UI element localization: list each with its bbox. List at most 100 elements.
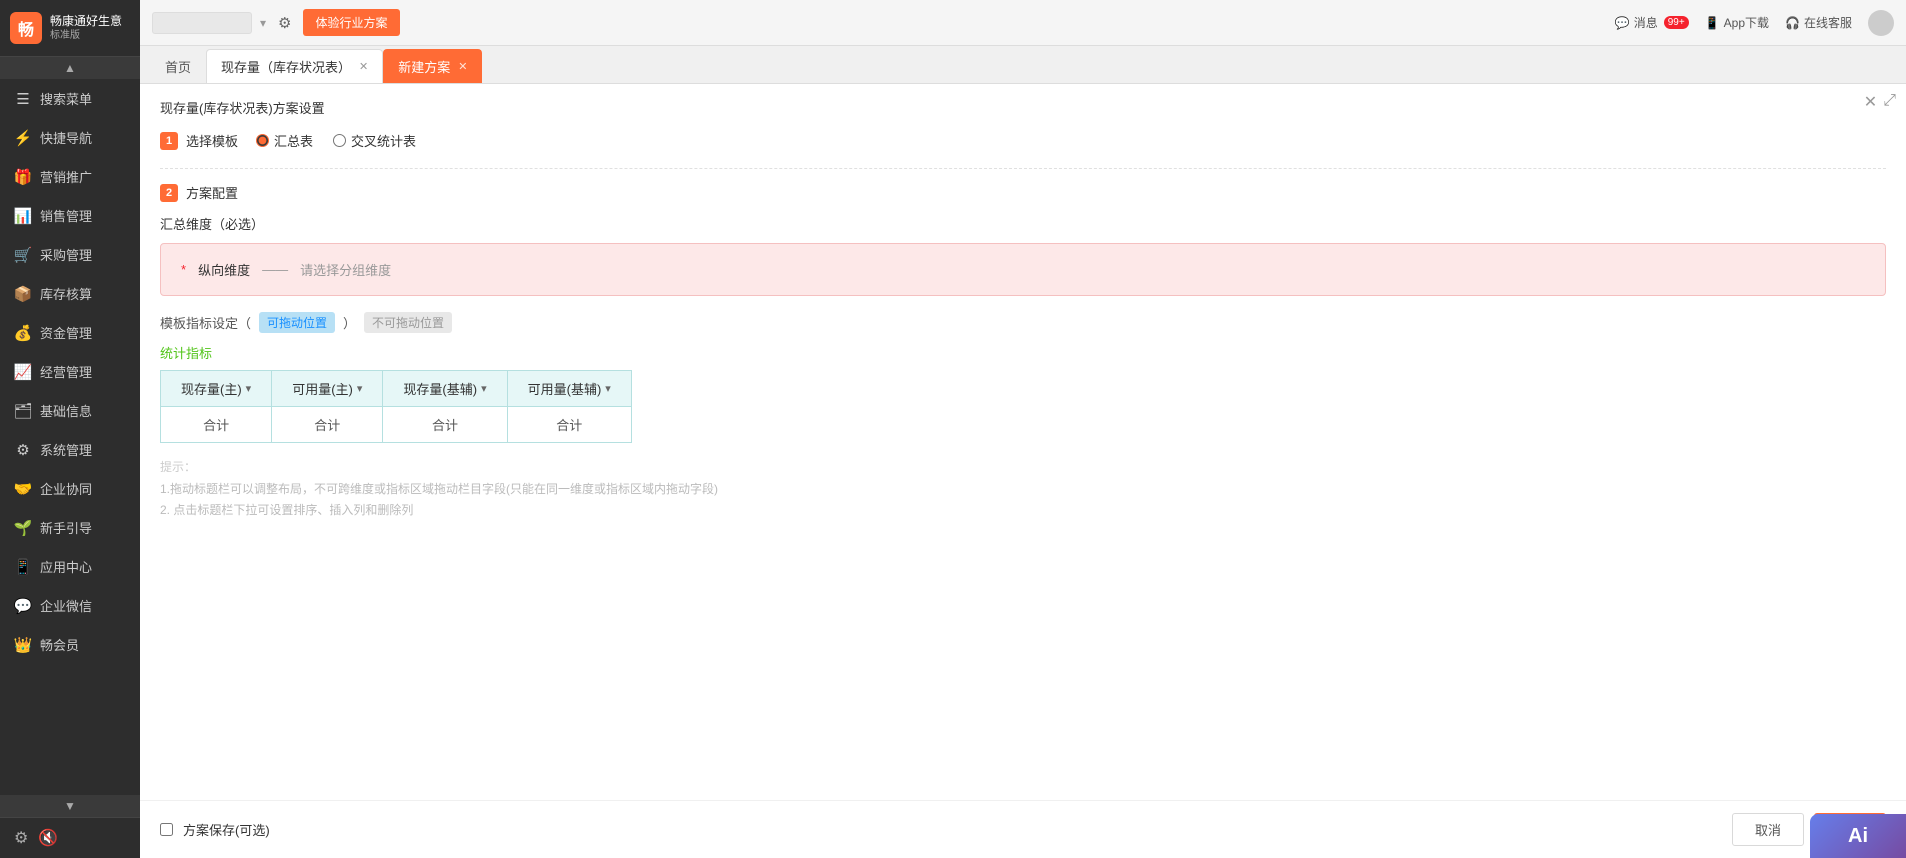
draggable-badge: 可拖动位置	[259, 312, 335, 333]
step1-section: 1 选择模板 汇总表 交叉统计表	[160, 131, 1886, 150]
sidebar-label-system: 系统管理	[40, 440, 92, 459]
panel-expand-icon[interactable]: ⤢	[1883, 92, 1896, 112]
ai-badge[interactable]: Ai	[1810, 814, 1906, 858]
col1-chevron[interactable]: ▾	[246, 382, 252, 395]
content-panel: ✕ ⤢ 现存量(库存状况表)方案设置 1 选择模板 汇总表	[140, 84, 1906, 858]
operations-icon: 📈	[14, 363, 32, 381]
sidebar-label-inventory: 库存核算	[40, 284, 92, 303]
sidebar-item-operations[interactable]: 📈 经营管理	[0, 352, 140, 391]
sidebar-nav: ☰ 搜索菜单 ⚡ 快捷导航 🎁 营销推广 📊 销售管理 🛒 采购管理 📦 库存核…	[0, 79, 140, 795]
summary-radio-label[interactable]: 汇总表	[256, 131, 313, 150]
col4-chevron[interactable]: ▾	[605, 382, 611, 395]
marketing-icon: 🎁	[14, 168, 32, 186]
save-label[interactable]: 方案保存(可选)	[183, 820, 270, 839]
topbar-chevron-icon[interactable]: ▾	[260, 16, 266, 30]
sidebar-item-search[interactable]: ☰ 搜索菜单	[0, 79, 140, 118]
beginner-icon: 🌱	[14, 519, 32, 537]
sidebar-label-quick-nav: 快捷导航	[40, 128, 92, 147]
cross-radio[interactable]	[333, 134, 346, 147]
message-icon: 💬	[1615, 16, 1630, 30]
dimension-dash: ——	[262, 262, 288, 277]
user-avatar[interactable]	[1868, 10, 1894, 36]
sidebar-item-beginner[interactable]: 🌱 新手引导	[0, 508, 140, 547]
phone-icon: 📱	[1705, 16, 1720, 30]
mute-icon[interactable]: 🔇	[38, 828, 58, 848]
indicator-settings: 模板指标设定（ 可拖动位置 ） 不可拖动位置 统计指标	[160, 312, 1886, 443]
app-download-label: App下载	[1724, 14, 1769, 31]
panel-close-icon[interactable]: ✕	[1864, 92, 1877, 112]
sidebar-item-basic-info[interactable]: 🗂 基础信息	[0, 391, 140, 430]
tab-inventory[interactable]: 现存量（库存状况表） ✕	[206, 49, 383, 83]
dimension-placeholder[interactable]: 请选择分组维度	[300, 260, 391, 279]
col2-chevron[interactable]: ▾	[357, 382, 363, 395]
tab-inventory-label: 现存量（库存状况表）	[221, 57, 351, 76]
sidebar-item-quick-nav[interactable]: ⚡ 快捷导航	[0, 118, 140, 157]
sidebar-item-enterprise[interactable]: 🤝 企业协同	[0, 469, 140, 508]
sidebar-item-finance[interactable]: 💰 资金管理	[0, 313, 140, 352]
tab-new-plan-close[interactable]: ✕	[458, 60, 467, 73]
finance-icon: 💰	[14, 324, 32, 342]
dimension-row: * 纵向维度 —— 请选择分组维度	[181, 260, 1865, 279]
dimension-required-mark: *	[181, 262, 186, 277]
sidebar-label-beginner: 新手引导	[40, 518, 92, 537]
topbar-search-input[interactable]	[152, 12, 252, 34]
cell-1-3: 合计	[383, 407, 507, 443]
tips-title: 提示：	[160, 460, 196, 474]
step1-header: 1 选择模板 汇总表 交叉统计表	[160, 131, 1886, 150]
sidebar-scroll-down[interactable]: ▼	[0, 795, 140, 817]
save-checkbox[interactable]	[160, 823, 173, 836]
sidebar-item-inventory[interactable]: 📦 库存核算	[0, 274, 140, 313]
experience-btn[interactable]: 体验行业方案	[303, 9, 399, 36]
col-header-1[interactable]: 现存量(主) ▾	[161, 371, 272, 407]
sidebar-bottom: ⚙ 🔇	[0, 817, 140, 858]
app-center-icon: 📱	[14, 558, 32, 576]
sidebar: 畅 畅康通好生意 标准版 ▲ ☰ 搜索菜单 ⚡ 快捷导航 🎁 营销推广 📊 销售…	[0, 0, 140, 858]
online-service-item[interactable]: 🎧 在线客服	[1785, 14, 1852, 31]
tab-inventory-close[interactable]: ✕	[359, 60, 368, 73]
messages-item[interactable]: 💬 消息 99+	[1615, 14, 1689, 31]
sidebar-scroll-up[interactable]: ▲	[0, 57, 140, 79]
sidebar-label-sales: 销售管理	[40, 206, 92, 225]
purchase-icon: 🛒	[14, 246, 32, 264]
sidebar-label-operations: 经营管理	[40, 362, 92, 381]
cancel-button[interactable]: 取消	[1732, 813, 1804, 846]
sidebar-item-sales[interactable]: 📊 销售管理	[0, 196, 140, 235]
indicator-settings-label: 模板指标设定（ 可拖动位置 ） 不可拖动位置	[160, 312, 1886, 333]
col-header-3[interactable]: 现存量(基辅) ▾	[383, 371, 507, 407]
sidebar-item-wechat[interactable]: 💬 企业微信	[0, 586, 140, 625]
topbar-gear-icon[interactable]: ⚙	[278, 14, 291, 32]
tab-new-plan[interactable]: 新建方案 ✕	[383, 49, 482, 83]
sidebar-item-membership[interactable]: 👑 畅会员	[0, 625, 140, 664]
summary-radio[interactable]	[256, 134, 269, 147]
non-draggable-badge: 不可拖动位置	[364, 312, 452, 333]
sidebar-label-membership: 畅会员	[40, 635, 79, 654]
cell-1-1: 合计	[161, 407, 272, 443]
app-download-item[interactable]: 📱 App下载	[1705, 14, 1769, 31]
sidebar-item-system[interactable]: ⚙ 系统管理	[0, 430, 140, 469]
table-row-1: 合计 合计 合计 合计	[161, 407, 632, 443]
col-header-2[interactable]: 可用量(主) ▾	[272, 371, 383, 407]
online-service-label: 在线客服	[1804, 14, 1852, 31]
app-version: 标准版	[50, 29, 122, 42]
cell-1-4: 合计	[507, 407, 631, 443]
tab-home[interactable]: 首页	[150, 49, 206, 83]
panel-controls: ✕ ⤢	[1864, 92, 1896, 112]
cross-radio-label[interactable]: 交叉统计表	[333, 131, 416, 150]
col-header-4[interactable]: 可用量(基辅) ▾	[507, 371, 631, 407]
step2-section: 2 方案配置 汇总维度（必选） * 纵向维度 —— 请选择分组维度	[160, 183, 1886, 522]
settings-bottom-icon[interactable]: ⚙	[14, 828, 28, 848]
basic-info-icon: 🗂	[14, 402, 32, 420]
tips-item2: 2. 点击标题栏下拉可设置排序、插入列和删除列	[160, 500, 1886, 522]
stats-section-label: 统计指标	[160, 343, 1886, 362]
dimension-area: * 纵向维度 —— 请选择分组维度	[160, 243, 1886, 296]
enterprise-icon: 🤝	[14, 480, 32, 498]
panel-footer: 方案保存(可选) 取消 查询	[140, 800, 1906, 858]
sidebar-item-app-center[interactable]: 📱 应用中心	[0, 547, 140, 586]
sidebar-item-purchase[interactable]: 🛒 采购管理	[0, 235, 140, 274]
cross-radio-text: 交叉统计表	[351, 131, 416, 150]
tips-section: 提示： 1.拖动标题栏可以调整布局，不可跨维度或指标区域拖动栏目字段(只能在同一…	[160, 457, 1886, 522]
step-divider	[160, 168, 1886, 169]
col3-chevron[interactable]: ▾	[481, 382, 487, 395]
sidebar-label-search: 搜索菜单	[40, 89, 92, 108]
sidebar-item-marketing[interactable]: 🎁 营销推广	[0, 157, 140, 196]
